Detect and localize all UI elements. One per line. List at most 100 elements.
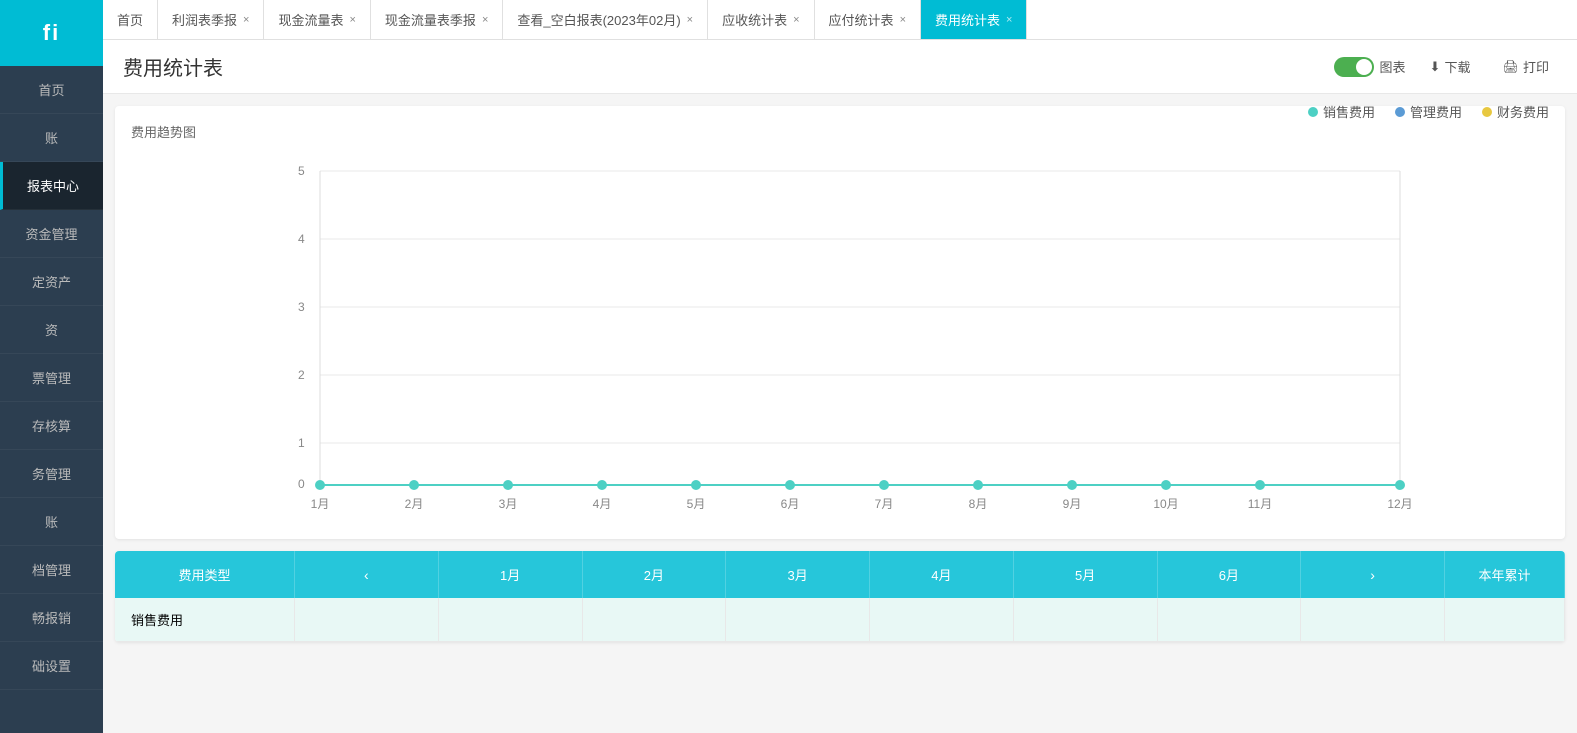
- sidebar-item-fund[interactable]: 资金管理: [0, 210, 103, 258]
- legend-label-mgmt: 管理费用: [1410, 102, 1462, 121]
- expense-table: 费用类型 ‹ 1月 2月 3月 4月 5月: [115, 551, 1565, 642]
- svg-text:10月: 10月: [1153, 497, 1178, 511]
- svg-text:7月: 7月: [875, 497, 894, 511]
- td-spacer: [295, 598, 439, 641]
- sidebar-item-home[interactable]: 首页: [0, 66, 103, 114]
- td-next-space: [1301, 598, 1445, 641]
- svg-text:12月: 12月: [1387, 497, 1412, 511]
- table-row: 销售费用: [115, 598, 1565, 642]
- tab-home[interactable]: 首页: [103, 0, 158, 40]
- th-month-4: 4月: [870, 551, 1014, 598]
- td-m2: [583, 598, 727, 641]
- sidebar-item-account[interactable]: 账: [0, 114, 103, 162]
- legend-dot-sales: [1308, 107, 1318, 117]
- page-header: 费用统计表 图表 ⬇ 下载 🖨 打印: [103, 40, 1577, 94]
- print-icon: 🖨: [1502, 59, 1519, 75]
- tab-close-blank-report[interactable]: ×: [687, 14, 693, 26]
- legend-dot-mgmt: [1395, 107, 1405, 117]
- td-type: 销售费用: [115, 598, 295, 641]
- tab-close-expense[interactable]: ×: [1006, 14, 1012, 26]
- next-arrow[interactable]: ›: [1366, 567, 1379, 583]
- svg-text:4月: 4月: [593, 497, 612, 511]
- svg-text:4: 4: [298, 232, 305, 246]
- tab-bar: 首页 利润表季报 × 现金流量表 × 现金流量表季报 × 查看_空白报表(202…: [103, 0, 1577, 40]
- sidebar-item-file-mgmt[interactable]: 档管理: [0, 546, 103, 594]
- legend-label-finance: 财务费用: [1497, 102, 1549, 121]
- tab-cashflow[interactable]: 现金流量表 ×: [264, 0, 370, 40]
- legend-dot-finance: [1482, 107, 1492, 117]
- tab-profit[interactable]: 利润表季报 ×: [158, 0, 264, 40]
- th-total: 本年累计: [1445, 551, 1565, 598]
- td-total: [1445, 598, 1565, 641]
- chart-legend: 销售费用 管理费用 财务费用: [1308, 102, 1549, 121]
- th-type: 费用类型: [115, 551, 295, 598]
- svg-text:9月: 9月: [1063, 497, 1082, 511]
- page-title: 费用统计表: [123, 52, 223, 81]
- svg-text:3: 3: [298, 300, 305, 314]
- th-month-1: 1月: [439, 551, 583, 598]
- svg-text:0: 0: [298, 477, 305, 491]
- svg-text:2: 2: [298, 368, 305, 382]
- tab-receivable[interactable]: 应收统计表 ×: [708, 0, 814, 40]
- svg-text:5: 5: [298, 164, 305, 178]
- th-month-3: 3月: [726, 551, 870, 598]
- legend-finance: 财务费用: [1482, 102, 1549, 121]
- toggle-label: 图表: [1380, 57, 1406, 76]
- svg-text:1月: 1月: [311, 497, 330, 511]
- tab-close-receivable[interactable]: ×: [793, 14, 799, 26]
- td-m6: [1158, 598, 1302, 641]
- th-month-2: 2月: [583, 551, 727, 598]
- svg-text:11月: 11月: [1248, 497, 1272, 511]
- chart-section: 费用趋势图 销售费用 管理费用 财务费用: [115, 106, 1565, 539]
- print-button[interactable]: 🖨 打印: [1494, 53, 1557, 80]
- sidebar-item-service[interactable]: 务管理: [0, 450, 103, 498]
- svg-text:6月: 6月: [781, 497, 800, 511]
- chart-toggle-wrap[interactable]: 图表: [1334, 57, 1406, 77]
- sidebar-item-investment[interactable]: 资: [0, 306, 103, 354]
- tab-expense[interactable]: 费用统计表 ×: [921, 0, 1027, 40]
- svg-text:5月: 5月: [687, 497, 706, 511]
- tab-blank-report[interactable]: 查看_空白报表(2023年02月) ×: [503, 0, 708, 40]
- tab-close-cashflow-q[interactable]: ×: [482, 14, 488, 26]
- sidebar-item-settings[interactable]: 础设置: [0, 642, 103, 690]
- legend-sales: 销售费用: [1308, 102, 1375, 121]
- download-button[interactable]: ⬇ 下载: [1422, 53, 1479, 80]
- th-month-6: 6月: [1158, 551, 1302, 598]
- table-header: 费用类型 ‹ 1月 2月 3月 4月 5月: [115, 551, 1565, 598]
- svg-text:1: 1: [298, 436, 305, 450]
- th-month-5: 5月: [1014, 551, 1158, 598]
- content-area: 费用统计表 图表 ⬇ 下载 🖨 打印 费用趋势图: [103, 40, 1577, 733]
- td-m1: [439, 598, 583, 641]
- app-logo: fi: [0, 0, 103, 66]
- tab-cashflow-q[interactable]: 现金流量表季报 ×: [371, 0, 503, 40]
- sidebar-item-ledger[interactable]: 账: [0, 498, 103, 546]
- header-actions: 图表 ⬇ 下载 🖨 打印: [1334, 53, 1557, 80]
- sidebar-item-reports[interactable]: 报表中心: [0, 162, 103, 210]
- tab-close-payable[interactable]: ×: [900, 14, 906, 26]
- sidebar-item-inventory[interactable]: 存核算: [0, 402, 103, 450]
- line-chart: 5 4 3 2 1 0 1月: [131, 153, 1549, 523]
- tab-close-cashflow[interactable]: ×: [349, 14, 355, 26]
- th-next-nav[interactable]: ›: [1301, 551, 1445, 598]
- prev-arrow[interactable]: ‹: [360, 567, 373, 583]
- svg-text:8月: 8月: [969, 497, 988, 511]
- chart-toggle[interactable]: [1334, 57, 1374, 77]
- tab-payable[interactable]: 应付统计表 ×: [815, 0, 921, 40]
- sidebar-item-sale[interactable]: 畅报销: [0, 594, 103, 642]
- svg-text:3月: 3月: [499, 497, 518, 511]
- chart-container: 5 4 3 2 1 0 1月: [131, 153, 1549, 523]
- td-m3: [726, 598, 870, 641]
- sidebar-item-invoice[interactable]: 票管理: [0, 354, 103, 402]
- td-m5: [1014, 598, 1158, 641]
- td-m4: [870, 598, 1014, 641]
- chart-title: 费用趋势图: [131, 122, 196, 141]
- tab-close-profit[interactable]: ×: [243, 14, 249, 26]
- svg-text:2月: 2月: [405, 497, 424, 511]
- sidebar-item-fixed-assets[interactable]: 定资产: [0, 258, 103, 306]
- sidebar: fi 首页 账 报表中心 资金管理 定资产 资 票管理 存核算 务管理 账 档管…: [0, 0, 103, 733]
- legend-mgmt: 管理费用: [1395, 102, 1462, 121]
- main-content: 首页 利润表季报 × 现金流量表 × 现金流量表季报 × 查看_空白报表(202…: [103, 0, 1577, 733]
- download-icon: ⬇: [1430, 59, 1441, 75]
- th-prev-nav[interactable]: ‹: [295, 551, 439, 598]
- legend-label-sales: 销售费用: [1323, 102, 1375, 121]
